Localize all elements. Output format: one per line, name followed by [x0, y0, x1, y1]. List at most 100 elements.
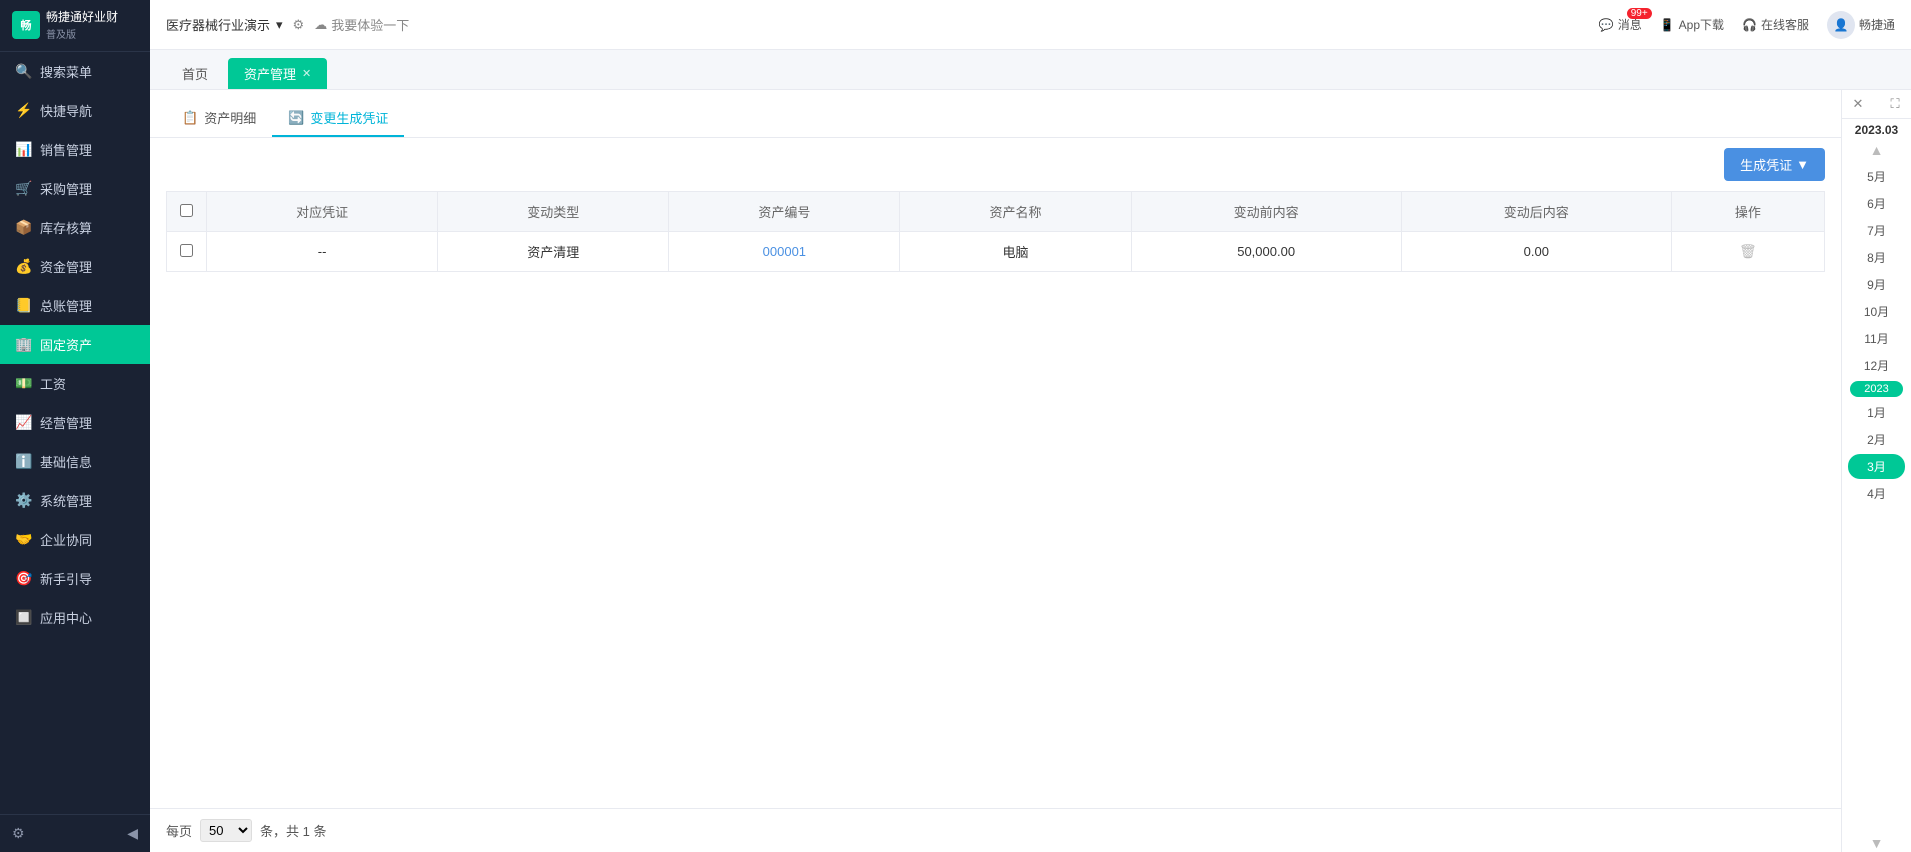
- user-label: 畅捷通: [1859, 16, 1895, 33]
- table-body: -- 资产清理 000001 电脑 50,000.00 0.00 🗑: [167, 232, 1825, 272]
- app-download-btn[interactable]: 📱 App下载: [1660, 16, 1724, 33]
- sidebar-item-search[interactable]: 🔍搜索菜单: [0, 52, 150, 91]
- header-after: 变动后内容: [1401, 192, 1671, 232]
- row-action: 🗑: [1671, 232, 1824, 272]
- table-row: -- 资产清理 000001 电脑 50,000.00 0.00 🗑: [167, 232, 1825, 272]
- payroll-icon: 💵: [16, 375, 32, 391]
- sidebar-item-inventory[interactable]: 📦库存核算: [0, 208, 150, 247]
- content-main: 📋 资产明细 🔄 变更生成凭证 生成凭证 ▼: [150, 90, 1841, 852]
- sidebar-item-enterprise[interactable]: 🤝企业协同: [0, 520, 150, 559]
- sidebar-label-appcenter: 应用中心: [40, 608, 92, 627]
- calendar-year-2023: 2023: [1850, 381, 1903, 397]
- calendar-close-button[interactable]: ✕: [1848, 94, 1868, 114]
- calendar-month-10[interactable]: 10月: [1842, 298, 1911, 325]
- logo-title: 畅捷通好业财: [46, 10, 118, 26]
- message-btn[interactable]: 💬 消息 99+: [1599, 16, 1642, 33]
- hint-icon: ☁: [314, 17, 327, 33]
- basicinfo-icon: ℹ️: [16, 453, 32, 469]
- guide-icon: 🎯: [16, 570, 32, 586]
- header-before: 变动前内容: [1131, 192, 1401, 232]
- subtab-changevoucher[interactable]: 🔄 变更生成凭证: [272, 100, 404, 137]
- select-all-checkbox[interactable]: [180, 204, 193, 217]
- calendar-month-5[interactable]: 5月: [1842, 163, 1911, 190]
- tab-close-icon[interactable]: ✕: [302, 67, 311, 80]
- sidebar-item-ledger[interactable]: 📒 总账管理: [0, 286, 150, 325]
- sidebar-item-purchase[interactable]: 🛒 采购管理: [0, 169, 150, 208]
- system-icon: ⚙️: [16, 492, 32, 508]
- sidebar-item-fixedassets[interactable]: 🏢固定资产: [0, 325, 150, 364]
- header-action: 操作: [1671, 192, 1824, 232]
- tab-assetmgmt[interactable]: 资产管理 ✕: [228, 58, 327, 89]
- row-changetype: 资产清理: [438, 232, 669, 272]
- changevoucher-label: 变更生成凭证: [310, 108, 388, 127]
- calendar-month-11[interactable]: 11月: [1842, 325, 1911, 352]
- quicknav-icon: ⚡: [16, 102, 32, 118]
- sidebar-item-sales[interactable]: 📊 销售管理: [0, 130, 150, 169]
- sidebar-item-operations[interactable]: 📈经营管理: [0, 403, 150, 442]
- sidebar-item-system[interactable]: ⚙️系统管理: [0, 481, 150, 520]
- calendar-month-7[interactable]: 7月: [1842, 217, 1911, 244]
- appcenter-icon: 🔲: [16, 609, 32, 625]
- sidebar-label-ledger: 总账管理: [40, 296, 92, 315]
- purchase-icon: 🛒: [16, 180, 32, 196]
- table-wrap: 对应凭证 变动类型 资产编号 资产名称 变动前内容 变动后内容 操作 -- 资产…: [150, 191, 1841, 808]
- calendar-month-6[interactable]: 6月: [1842, 190, 1911, 217]
- service-btn[interactable]: 🎧 在线客服: [1742, 16, 1809, 33]
- company-selector[interactable]: 医疗器械行业演示 ▾: [166, 15, 283, 34]
- calendar-month-9[interactable]: 9月: [1842, 271, 1911, 298]
- tab-home-label: 首页: [182, 64, 208, 83]
- sidebar-item-appcenter[interactable]: 🔲 应用中心: [0, 598, 150, 637]
- delete-row-button[interactable]: 🗑: [1739, 243, 1757, 259]
- sidebar-label-purchase: 采购管理: [40, 179, 92, 198]
- app-icon: 📱: [1660, 18, 1675, 32]
- header-checkbox-cell: [167, 192, 207, 232]
- sidebar-label-sales: 销售管理: [40, 140, 92, 159]
- calendar-month-2023-1[interactable]: 1月: [1842, 399, 1911, 426]
- calendar-month-2023-3[interactable]: 3月: [1848, 454, 1905, 479]
- calendar-up-arrow[interactable]: ▲: [1842, 141, 1911, 159]
- calendar-section-prev: 5月6月7月8月9月10月11月12月: [1842, 163, 1911, 379]
- settings-icon[interactable]: ⚙: [12, 825, 25, 842]
- sidebar-item-payroll[interactable]: 💵 工资: [0, 364, 150, 403]
- search-icon: 🔍: [16, 63, 32, 79]
- row-assetname: 电脑: [900, 232, 1131, 272]
- calendar-down-arrow[interactable]: ▼: [1842, 834, 1911, 852]
- per-page-label: 每页: [166, 821, 192, 840]
- subtab-assetlist[interactable]: 📋 资产明细: [166, 100, 272, 137]
- sidebar-item-basicinfo[interactable]: ℹ️基础信息: [0, 442, 150, 481]
- sidebar-label-capital: 资金管理: [40, 257, 92, 276]
- hint-btn[interactable]: ☁ 我要体验一下: [314, 15, 409, 34]
- collapse-icon[interactable]: ◀: [127, 825, 138, 842]
- enterprise-icon: 🤝: [16, 531, 32, 547]
- sidebar-label-operations: 经营管理: [40, 413, 92, 432]
- tab-home[interactable]: 首页: [166, 58, 224, 89]
- calendar-month-2023-2[interactable]: 2月: [1842, 426, 1911, 453]
- sales-icon: 📊: [16, 141, 32, 157]
- topbar-right: 💬 消息 99+ 📱 App下载 🎧 在线客服 👤 畅捷通: [1599, 11, 1895, 39]
- calendar-expand-button[interactable]: ⛶: [1885, 94, 1905, 114]
- settings-gear-icon[interactable]: ⚙: [293, 17, 305, 33]
- sidebar-label-payroll: 工资: [40, 374, 66, 393]
- generate-dropdown-icon: ▼: [1796, 157, 1809, 172]
- sidebar-footer: ⚙ ◀: [0, 814, 150, 852]
- message-badge: 99+: [1627, 8, 1652, 19]
- ledger-icon: 📒: [16, 297, 32, 313]
- sidebar-item-quicknav[interactable]: ⚡快捷导航: [0, 91, 150, 130]
- sidebar-item-guide[interactable]: 🎯新手引导: [0, 559, 150, 598]
- generate-label: 生成凭证: [1740, 155, 1792, 174]
- per-page-select[interactable]: 102050100: [200, 819, 252, 842]
- logo-icon: 畅: [12, 11, 40, 39]
- header-assetno: 资产编号: [669, 192, 900, 232]
- user-btn[interactable]: 👤 畅捷通: [1827, 11, 1895, 39]
- calendar-month-8[interactable]: 8月: [1842, 244, 1911, 271]
- subtabs: 📋 资产明细 🔄 变更生成凭证: [150, 90, 1841, 138]
- service-icon: 🎧: [1742, 18, 1757, 32]
- calendar-month-2023-4[interactable]: 4月: [1842, 480, 1911, 507]
- calendar-top-year: 2023.03: [1842, 119, 1911, 141]
- generate-voucher-button[interactable]: 生成凭证 ▼: [1724, 148, 1825, 181]
- topbar: 医疗器械行业演示 ▾ ⚙ ☁ 我要体验一下 💬 消息 99+ 📱 App下载 🎧…: [150, 0, 1911, 50]
- calendar-month-12[interactable]: 12月: [1842, 352, 1911, 379]
- row-checkbox[interactable]: [180, 244, 193, 257]
- sidebar-item-capital[interactable]: 💰资金管理: [0, 247, 150, 286]
- header-voucher: 对应凭证: [207, 192, 438, 232]
